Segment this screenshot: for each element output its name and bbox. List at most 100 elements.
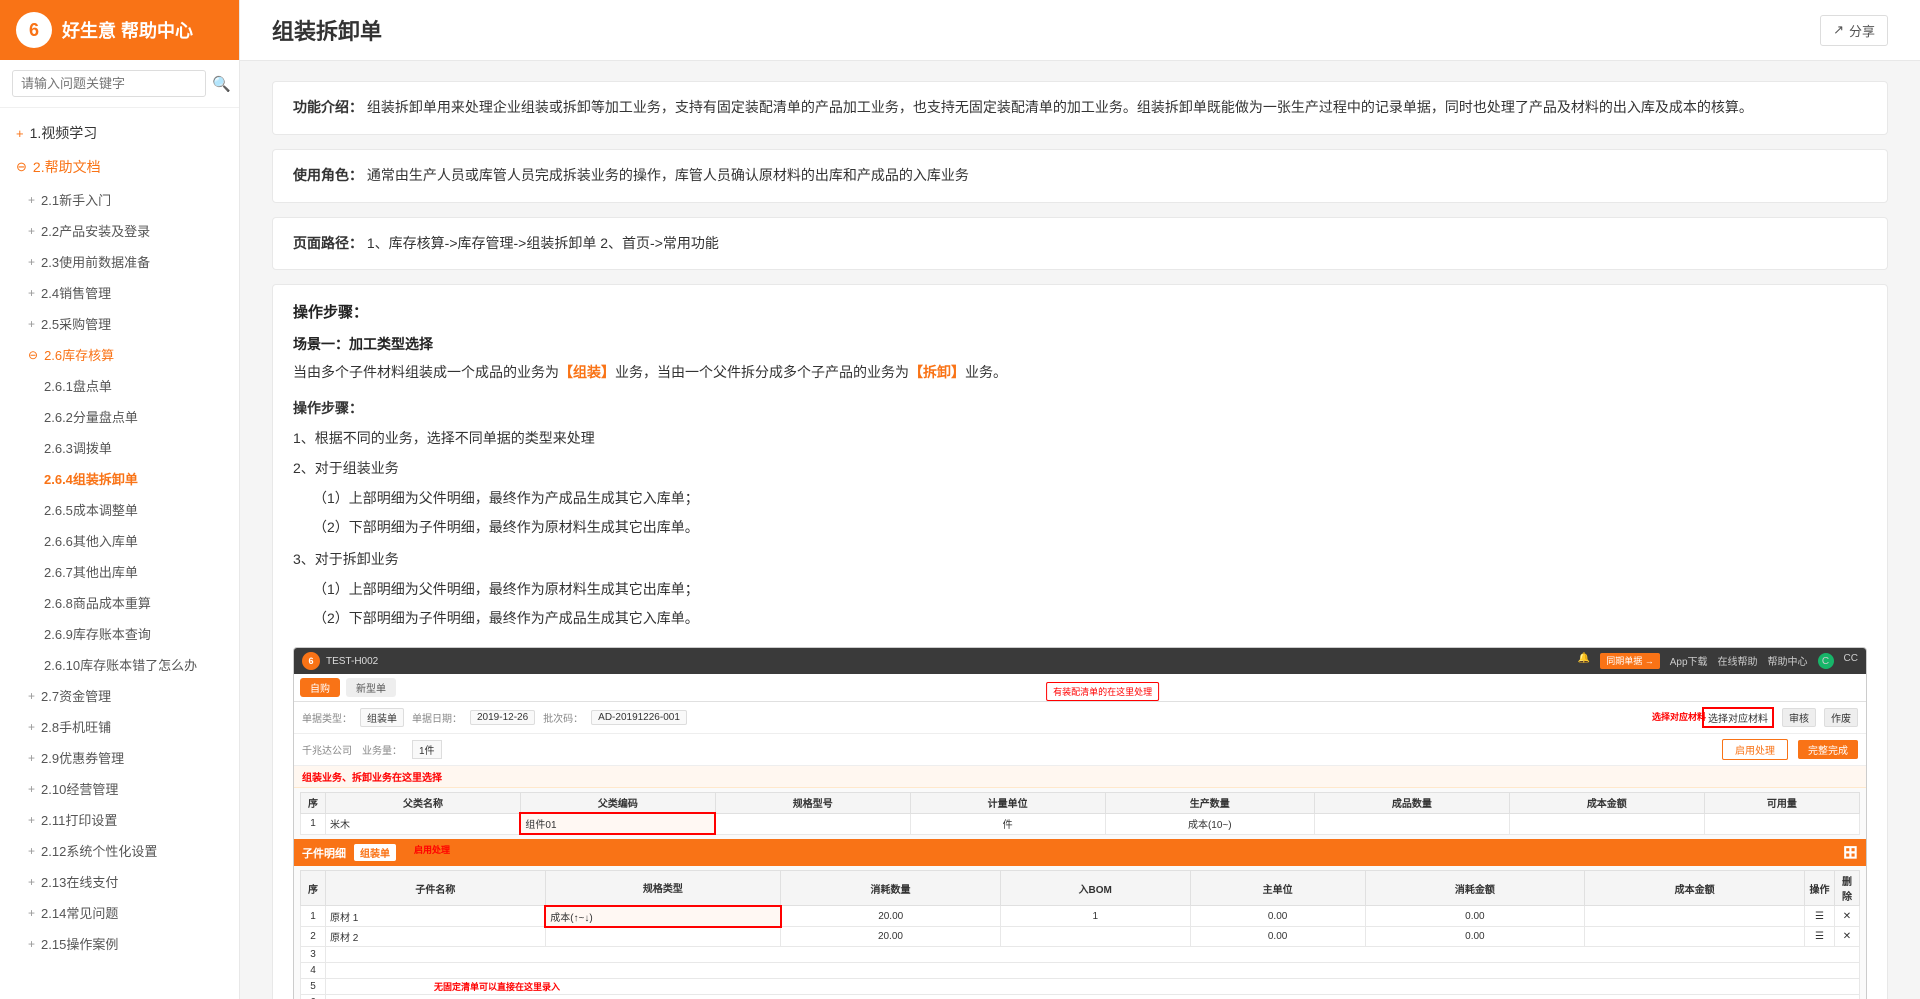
expand-icon-lower: ⊞ xyxy=(1843,842,1858,863)
main-header: 组装拆卸单 ↗ 分享 xyxy=(240,0,1920,61)
lower-table-section: 序 子件名称 规格类型 消耗数量 入BOM 主单位 消耗金额 成本金额 操作 删… xyxy=(294,866,1866,999)
app-logo: 6 xyxy=(302,652,320,670)
app-topbar-buttons: 🔔 同期单据 → App下载 在线帮助 帮助中心 C CC xyxy=(1578,653,1858,669)
lower-section-bar: 子件明细 组装单 ⊞ xyxy=(294,839,1866,866)
search-icon[interactable]: 🔍 xyxy=(212,75,231,93)
steps-heading: 操作步骤： xyxy=(293,301,1867,322)
sidebar-header: 6 好生意 帮助中心 xyxy=(0,0,239,60)
content-area: 功能介绍： 组装拆卸单用来处理企业组装或拆卸等加工业务，支持有固定装配清单的产品… xyxy=(240,61,1920,999)
app-titlebar: 6 TEST-H002 🔔 同期单据 → App下载 在线帮助 帮助中心 C C… xyxy=(294,648,1866,674)
sidebar-item-payment[interactable]: + 2.13在线支付 xyxy=(0,866,239,897)
share-button[interactable]: ↗ 分享 xyxy=(1820,15,1888,46)
sidebar-nav: + 1.视频学习 ⊖ 2.帮助文档 + 2.1新手入门 + 2.2产品安装及登录… xyxy=(0,108,239,999)
intro-label: 功能介绍： xyxy=(293,99,363,115)
sidebar-item-finance[interactable]: + 2.7资金管理 xyxy=(0,680,239,711)
date-label: 单据日期： xyxy=(412,710,462,725)
path-card: 页面路径： 1、库存核算->库存管理->组装拆卸单 2、首页->常用功能 xyxy=(272,217,1888,271)
sidebar-item-inventory[interactable]: ⊖ 2.6库存核算 xyxy=(0,339,239,370)
step3-sub1: （1）上部明细为父件明细，最终作为原材料生成其它出库单； xyxy=(313,577,1867,602)
sidebar-item-adjust[interactable]: 2.6.3调拨单 xyxy=(0,432,239,463)
type-value: 组装单 xyxy=(360,708,404,727)
scene1-desc: 当由多个子件材料组装成一个成品的业务为【组装】业务，当由一个父件拆分成多个子产品… xyxy=(293,360,1867,385)
sidebar-item-otherinbound[interactable]: 2.6.6其他入库单 xyxy=(0,525,239,556)
intro-card: 功能介绍： 组装拆卸单用来处理企业组装或拆卸等加工业务，支持有固定装配清单的产品… xyxy=(272,81,1888,135)
app-form-fields: 千兆达公司 业务量： 1件 启用处理 完整完成 xyxy=(294,734,1866,766)
batch-value: AD-20191226-001 xyxy=(591,710,687,725)
sidebar-item-assembly[interactable]: 2.6.4组装拆卸单 xyxy=(0,463,239,494)
audit-btn: 审核 xyxy=(1782,708,1816,727)
annotation-label-1: 组装业务、拆卸业务在这里选择 xyxy=(302,773,442,784)
sidebar-item-goodscost[interactable]: 2.6.8商品成本重算 xyxy=(0,587,239,618)
role-card: 使用角色： 通常由生产人员或库管人员完成拆装业务的操作，库管人员确认原材料的出库… xyxy=(272,149,1888,203)
date-value: 2019-12-26 xyxy=(470,710,535,725)
sidebar-item-faq[interactable]: + 2.14常见问题 xyxy=(0,897,239,928)
sidebar-item-cases[interactable]: + 2.15操作案例 xyxy=(0,928,239,959)
sidebar-item-newbie[interactable]: + 2.1新手入门 xyxy=(0,184,239,215)
app-system-code: TEST-H002 xyxy=(326,656,1572,667)
sidebar-item-otheroutbound[interactable]: 2.6.7其他出库单 xyxy=(0,556,239,587)
sidebar-title: 好生意 帮助中心 xyxy=(62,17,193,43)
steps-section: 操作步骤： 场景一：加工类型选择 当由多个子件材料组装成一个成品的业务为【组装】… xyxy=(272,284,1888,999)
tab-active: 自购 xyxy=(300,678,340,697)
sidebar-item-prepare[interactable]: + 2.3使用前数据准备 xyxy=(0,246,239,277)
qty-label: 业务量： xyxy=(362,742,402,757)
save-btn: 完整完成 xyxy=(1798,740,1858,759)
void-btn: 作废 xyxy=(1824,708,1858,727)
sidebar-item-ledger[interactable]: 2.6.9库存账本查询 xyxy=(0,618,239,649)
sidebar-item-customize[interactable]: + 2.12系统个性化设置 xyxy=(0,835,239,866)
search-input[interactable] xyxy=(12,70,206,97)
tab-inactive: 新型单 xyxy=(346,678,396,697)
company-label: 千兆达公司 xyxy=(302,742,352,757)
share-icon: ↗ xyxy=(1833,22,1844,38)
steps-sub-heading: 操作步骤： xyxy=(293,396,1867,421)
batch-label: 批次码： xyxy=(543,710,583,725)
main-content: 组装拆卸单 ↗ 分享 功能介绍： 组装拆卸单用来处理企业组装或拆卸等加工业务，支… xyxy=(240,0,1920,999)
path-text: 1、库存核算->库存管理->组装拆卸单 2、首页->常用功能 xyxy=(367,235,719,251)
sidebar-item-videos[interactable]: + 1.视频学习 xyxy=(0,116,239,150)
upper-table: 序 父类名称 父类编码 规格型号 计量单位 生产数量 成品数量 成本金额 可用量 xyxy=(300,792,1860,835)
annotation-bar-1: 组装业务、拆卸业务在这里选择 xyxy=(294,766,1866,788)
sidebar: 6 好生意 帮助中心 🔍 + 1.视频学习 ⊖ 2.帮助文档 + 2.1新手入门… xyxy=(0,0,240,999)
page-title: 组装拆卸单 xyxy=(272,14,382,46)
sidebar-item-coupon[interactable]: + 2.9优惠券管理 xyxy=(0,742,239,773)
sidebar-item-label: 1.视频学习 xyxy=(30,123,98,143)
sidebar-item-wrongaccount[interactable]: 2.6.10库存账本错了怎么办 xyxy=(0,649,239,680)
app-tabs-bar: 自购 新型单 xyxy=(294,674,1866,702)
logo-icon: 6 xyxy=(16,12,52,48)
step2: 2、对于组装业务 xyxy=(293,456,1867,481)
step3-sub2: （2）下部明细为子件明细，最终作为产成品生成其它入库单。 xyxy=(313,606,1867,631)
sidebar-item-costadjust[interactable]: 2.6.5成本调整单 xyxy=(0,494,239,525)
expand-icon: + xyxy=(16,126,24,141)
type-label: 单据类型： xyxy=(302,710,352,725)
scene1-heading: 场景一：加工类型选择 xyxy=(293,334,1867,354)
upper-table-section: 序 父类名称 父类编码 规格型号 计量单位 生产数量 成品数量 成本金额 可用量 xyxy=(294,788,1866,839)
collapse-icon: ⊖ xyxy=(16,159,27,175)
sidebar-item-sales[interactable]: + 2.4销售管理 xyxy=(0,277,239,308)
assembly-type-selector: 组装单 xyxy=(354,844,396,861)
lower-section-label: 子件明细 xyxy=(302,845,346,861)
sidebar-item-docs[interactable]: ⊖ 2.帮助文档 xyxy=(0,150,239,184)
lower-table: 序 子件名称 规格类型 消耗数量 入BOM 主单位 消耗金额 成本金额 操作 删… xyxy=(300,870,1860,999)
step2-sub1: （1）上部明细为父件明细，最终作为产成品生成其它入库单； xyxy=(313,486,1867,511)
role-text: 通常由生产人员或库管人员完成拆装业务的操作，库管人员确认原材料的出库和产成品的入… xyxy=(367,167,969,183)
step2-sub2: （2）下部明细为子件明细，最终作为原材料生成其它出库单。 xyxy=(313,515,1867,540)
screenshot-container: 6 TEST-H002 🔔 同期单据 → App下载 在线帮助 帮助中心 C C… xyxy=(293,647,1867,999)
app-form-toolbar: 单据类型： 组装单 单据日期： 2019-12-26 批次码： AD-20191… xyxy=(294,702,1866,734)
sidebar-item-label: 2.帮助文档 xyxy=(33,157,101,177)
step1: 1、根据不同的业务，选择不同单据的类型来处理 xyxy=(293,426,1867,451)
path-label: 页面路径： xyxy=(293,235,363,251)
sidebar-item-stocksplit[interactable]: 2.6.2分量盘点单 xyxy=(0,401,239,432)
qty-value: 1件 xyxy=(412,740,442,759)
select-material-btn: 选择对应材料 xyxy=(1702,707,1774,728)
sidebar-item-stocktake[interactable]: 2.6.1盘点单 xyxy=(0,370,239,401)
sidebar-item-print[interactable]: + 2.11打印设置 xyxy=(0,804,239,835)
sidebar-item-operation[interactable]: + 2.10经营管理 xyxy=(0,773,239,804)
search-box: 🔍 xyxy=(0,60,239,108)
sidebar-item-mobile[interactable]: + 2.8手机旺铺 xyxy=(0,711,239,742)
enable-btn: 启用处理 xyxy=(1722,739,1788,760)
sidebar-item-purchase[interactable]: + 2.5采购管理 xyxy=(0,308,239,339)
intro-text: 组装拆卸单用来处理企业组装或拆卸等加工业务，支持有固定装配清单的产品加工业务，也… xyxy=(367,99,1753,115)
role-label: 使用角色： xyxy=(293,167,363,183)
sidebar-item-install[interactable]: + 2.2产品安装及登录 xyxy=(0,215,239,246)
step3: 3、对于拆卸业务 xyxy=(293,547,1867,572)
